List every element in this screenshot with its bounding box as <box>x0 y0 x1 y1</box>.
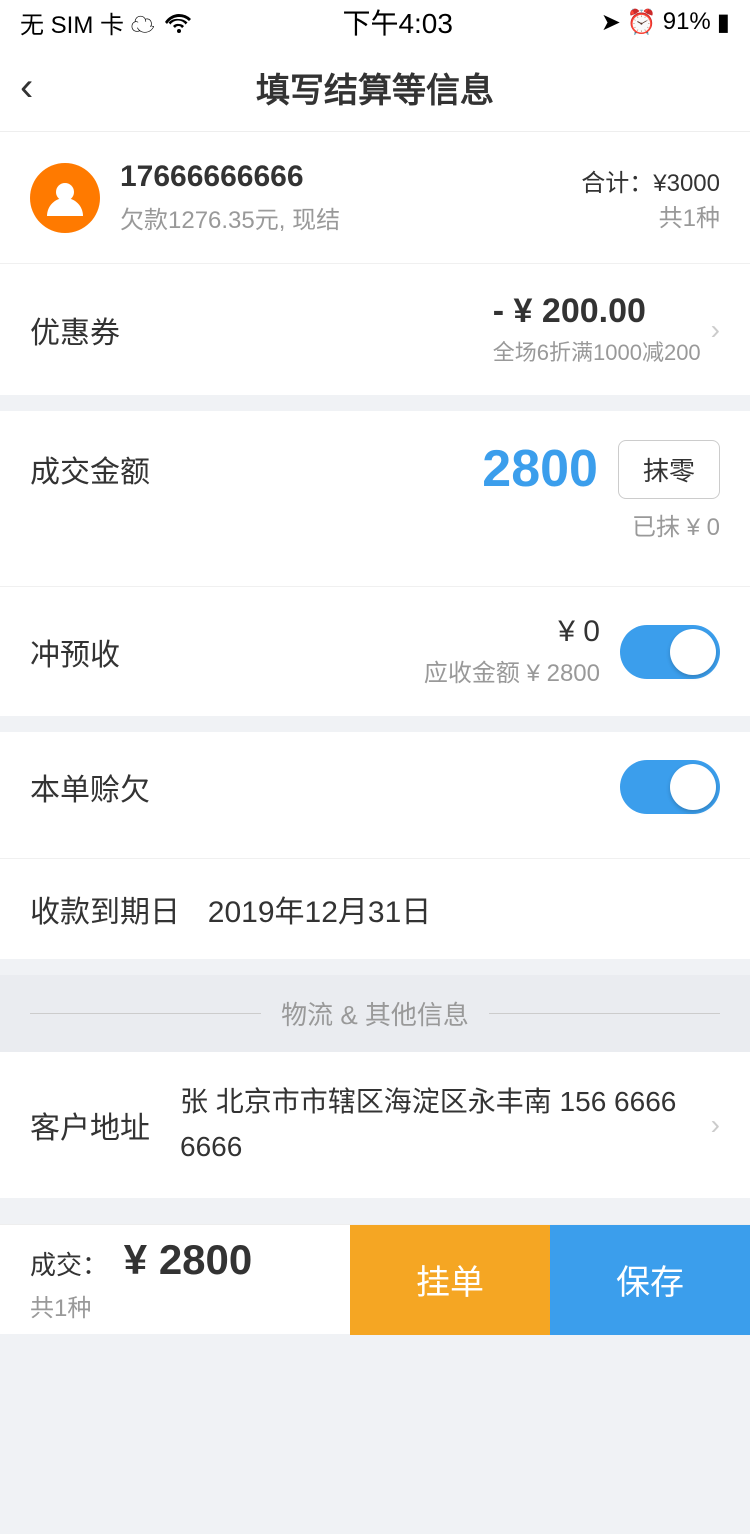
avatar <box>30 163 100 233</box>
total-count: 共1种 <box>581 198 720 233</box>
customer-left: 17666666666 欠款1276.35元, 现结 <box>30 160 340 235</box>
battery-icon: ▮ <box>717 8 730 37</box>
user-icon <box>43 176 87 220</box>
deal-amount: 2800 <box>482 439 598 499</box>
debt-label: 本单赊欠 <box>30 765 150 809</box>
nav-bar: ‹ 填写结算等信息 <box>0 44 750 132</box>
alarm-icon: ⏰ <box>627 8 657 37</box>
hang-button[interactable]: 挂单 <box>350 1225 550 1335</box>
deal-row: 成交金额 2800 抹零 <box>30 439 720 499</box>
advance-toggle[interactable] <box>620 625 720 679</box>
advance-sub: 应收金额 ¥ 2800 <box>424 653 600 688</box>
advance-amount-col: ¥ 0 应收金额 ¥ 2800 <box>424 615 600 688</box>
location-icon: ➤ <box>601 8 621 37</box>
address-label: 客户地址 <box>30 1103 150 1147</box>
bottom-count: 共1种 <box>30 1288 320 1323</box>
status-time: 下午4:03 <box>342 2 453 42</box>
debt-card: 本单赊欠 收款到期日 2019年12月31日 <box>0 732 750 959</box>
address-card: 客户地址 张 北京市市辖区海淀区永丰南 156 6666 6666 › <box>0 1052 750 1198</box>
save-button[interactable]: 保存 <box>550 1225 750 1335</box>
divider-line-left <box>30 1013 261 1014</box>
customer-card: 17666666666 欠款1276.35元, 现结 合计：¥3000 共1种 … <box>0 132 750 395</box>
deal-label: 成交金额 <box>30 447 150 491</box>
address-chevron: › <box>711 1109 720 1141</box>
coupon-desc: 全场6折满1000减200 <box>493 335 701 367</box>
debt-toggle[interactable] <box>620 760 720 814</box>
bottom-bar: 成交： ¥ 2800 共1种 挂单 保存 <box>0 1224 750 1334</box>
logistics-divider: 物流 & 其他信息 <box>0 975 750 1052</box>
advance-right: ¥ 0 应收金额 ¥ 2800 <box>424 615 720 688</box>
due-date-section: 收款到期日 2019年12月31日 <box>0 858 750 959</box>
deal-right: 2800 抹零 <box>482 439 720 499</box>
bottom-deal-label: 成交： <box>30 1250 108 1280</box>
coupon-chevron: › <box>711 314 720 346</box>
customer-right: 合计：¥3000 共1种 <box>581 163 720 233</box>
divider-line-right <box>489 1013 720 1014</box>
deal-card: 成交金额 2800 抹零 已抹 ¥ 0 冲预收 ¥ 0 应收金额 ¥ 2800 <box>0 411 750 716</box>
customer-row: 17666666666 欠款1276.35元, 现结 合计：¥3000 共1种 <box>0 132 750 263</box>
deal-sub: 已抹 ¥ 0 <box>30 507 720 542</box>
bottom-info: 成交： ¥ 2800 共1种 <box>0 1236 350 1323</box>
toggle-knob <box>670 629 716 675</box>
debt-toggle-knob <box>670 764 716 810</box>
debt-section: 本单赊欠 <box>0 732 750 842</box>
address-section[interactable]: 客户地址 张 北京市市辖区海淀区永丰南 156 6666 6666 › <box>0 1052 750 1198</box>
coupon-info: - ¥ 200.00 全场6折满1000减200 <box>493 292 701 367</box>
back-button[interactable]: ‹ <box>20 65 33 110</box>
page-title: 填写结算等信息 <box>256 63 494 112</box>
coupon-right: - ¥ 200.00 全场6折满1000减200 › <box>493 292 720 367</box>
customer-sub: 欠款1276.35元, 现结 <box>120 200 340 235</box>
due-date-value: 2019年12月31日 <box>208 896 431 929</box>
customer-info: 17666666666 欠款1276.35元, 现结 <box>120 160 340 235</box>
coupon-row[interactable]: 优惠券 - ¥ 200.00 全场6折满1000减200 › <box>0 263 750 395</box>
divider-text: 物流 & 其他信息 <box>261 995 489 1032</box>
customer-phone: 17666666666 <box>120 160 340 194</box>
round-button[interactable]: 抹零 <box>618 440 720 499</box>
battery-text: 91% <box>663 8 711 36</box>
advance-section: 冲预收 ¥ 0 应收金额 ¥ 2800 <box>0 586 750 716</box>
status-bar: 无 SIM 卡 ☁ 下午4:03 ➤ ⏰ 91% ▮ <box>0 0 750 44</box>
advance-amount: ¥ 0 <box>424 615 600 649</box>
coupon-label: 优惠券 <box>30 308 120 352</box>
deal-section: 成交金额 2800 抹零 已抹 ¥ 0 <box>0 411 750 570</box>
wifi-icon <box>163 11 195 33</box>
bottom-deal-row: 成交： ¥ 2800 <box>30 1236 320 1284</box>
status-right: ➤ ⏰ 91% ▮ <box>601 8 730 37</box>
coupon-amount: - ¥ 200.00 <box>493 292 701 331</box>
advance-row: 冲预收 ¥ 0 应收金额 ¥ 2800 <box>30 615 720 688</box>
sim-text: 无 SIM 卡 ☁ <box>20 5 155 40</box>
bottom-amount: ¥ 2800 <box>124 1236 252 1283</box>
status-left: 无 SIM 卡 ☁ <box>20 5 195 40</box>
total-label: 合计：¥3000 <box>581 163 720 198</box>
due-date-label: 收款到期日 <box>30 896 180 929</box>
address-value: 张 北京市市辖区海淀区永丰南 156 6666 6666 <box>180 1080 711 1170</box>
advance-label: 冲预收 <box>30 630 120 674</box>
